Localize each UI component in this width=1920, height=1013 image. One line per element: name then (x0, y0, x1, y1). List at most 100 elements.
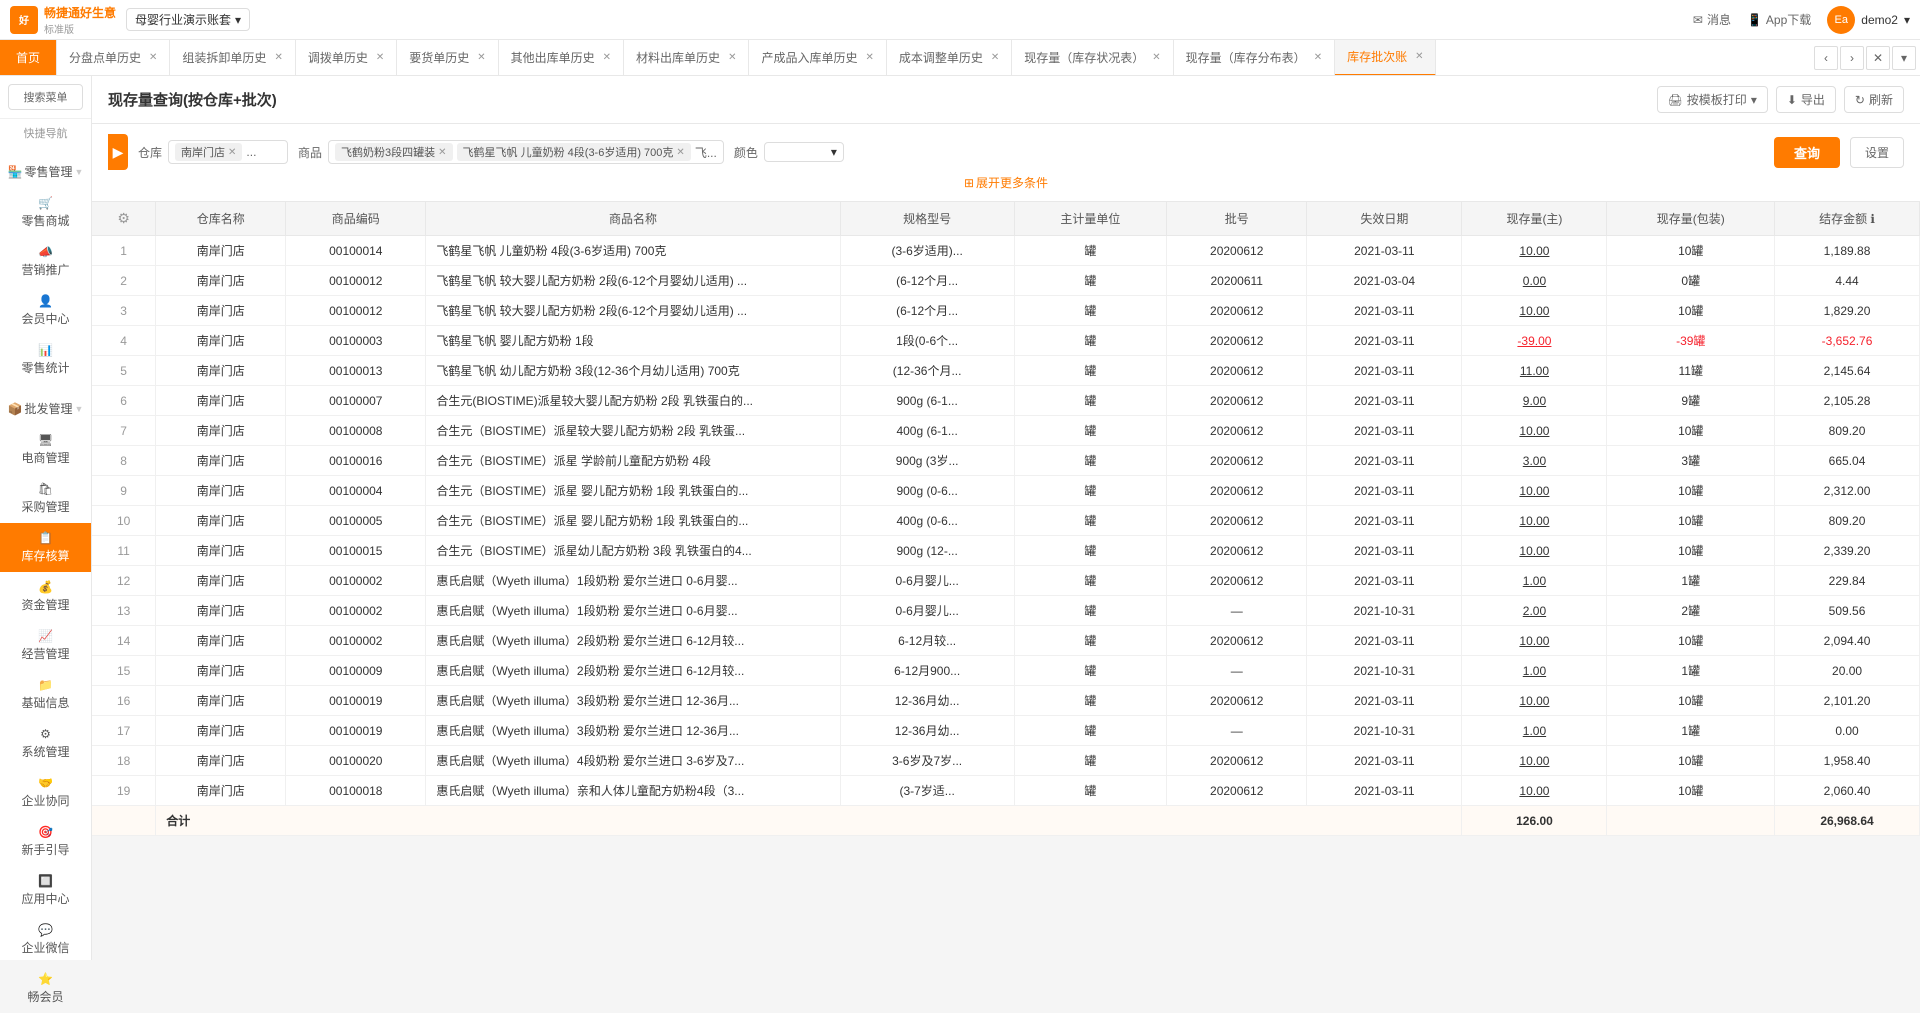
tab-chengben[interactable]: 成本调整单历史 ✕ (887, 40, 1012, 76)
sidebar-item-appstore[interactable]: 🔲 应用中心 (0, 866, 91, 915)
sidebar-item-member[interactable]: 👤 会员中心 (0, 286, 91, 335)
row-num: 4 (92, 326, 156, 356)
cell-qty[interactable]: 10.00 (1462, 506, 1607, 536)
sidebar-item-wechat[interactable]: 💬 企业微信 (0, 915, 91, 964)
cell-qty[interactable]: 10.00 (1462, 776, 1607, 806)
sidebar-item-wholesale[interactable]: 📦 批发管理 ▼ (0, 392, 91, 425)
tab-next-btn[interactable]: › (1840, 46, 1864, 70)
tab-home[interactable]: 首页 (0, 40, 57, 76)
tab-tiaopi[interactable]: 调拨单历史 ✕ (296, 40, 397, 76)
cell-qty[interactable]: 10.00 (1462, 686, 1607, 716)
tab-zuhe[interactable]: 组装拆卸单历史 ✕ (170, 40, 295, 76)
cell-qty[interactable]: 9.00 (1462, 386, 1607, 416)
sidebar-item-system[interactable]: ⚙ 系统管理 (0, 719, 91, 768)
color-tag-container[interactable]: ▾ (764, 142, 844, 162)
cell-qty[interactable]: 1.00 (1462, 656, 1607, 686)
cell-qty[interactable]: 3.00 (1462, 446, 1607, 476)
tab-xianzai2[interactable]: 现存量（库存分布表） ✕ (1174, 40, 1335, 76)
cell-expiry: 2021-03-11 (1307, 446, 1462, 476)
tab-chanpin[interactable]: 产成品入库单历史 ✕ (749, 40, 886, 76)
account-dropdown[interactable]: 母婴行业演示账套 ▾ (126, 8, 250, 31)
sidebar-item-inventory[interactable]: 📋 库存核算 (0, 523, 91, 572)
tab-qitachu[interactable]: 其他出库单历史 ✕ (499, 40, 624, 76)
cell-qty[interactable]: 1.00 (1462, 716, 1607, 746)
cell-qty[interactable]: 11.00 (1462, 356, 1607, 386)
close-icon[interactable]: ✕ (603, 52, 611, 63)
cell-qty[interactable]: 10.00 (1462, 416, 1607, 446)
cell-batch: 20200612 (1167, 566, 1307, 596)
sidebar-item-enterprise[interactable]: 🤝 企业协同 (0, 768, 91, 817)
toggle-filter-btn[interactable]: ▶ (108, 134, 128, 170)
page-title: 现存量查询(按仓库+批次) (108, 89, 277, 110)
sidebar-item-finance[interactable]: 💰 资金管理 (0, 572, 91, 621)
close-icon[interactable]: ✕ (477, 52, 485, 63)
sidebar-item-retail[interactable]: 🏪 零售管理 ▼ (0, 155, 91, 188)
tab-cailiao[interactable]: 材料出库单历史 ✕ (624, 40, 749, 76)
close-icon[interactable]: ✕ (728, 52, 736, 63)
sidebar-item-guide[interactable]: 🎯 新手引导 (0, 817, 91, 866)
message-btn[interactable]: ✉ 消息 (1693, 11, 1731, 28)
close-icon[interactable]: ✕ (274, 52, 282, 63)
tag-close-icon[interactable]: ✕ (438, 147, 446, 158)
cell-unit: 罐 (1014, 416, 1167, 446)
tab-xianzai3[interactable]: 库存批次账 ✕ (1335, 40, 1436, 76)
tab-close-all-btn[interactable]: ✕ (1866, 46, 1890, 70)
cell-batch: 20200612 (1167, 776, 1307, 806)
print-btn[interactable]: 🖨 按模板打印 ▾ (1657, 86, 1768, 113)
cell-code: 00100012 (286, 296, 426, 326)
user-area[interactable]: Ea demo2 ▾ (1827, 6, 1910, 34)
close-icon[interactable]: ✕ (1314, 52, 1322, 63)
cell-qty[interactable]: 2.00 (1462, 596, 1607, 626)
cell-qty[interactable]: 10.00 (1462, 746, 1607, 776)
cell-qty[interactable]: 10.00 (1462, 296, 1607, 326)
cell-amount: 1,829.20 (1775, 296, 1920, 326)
tab-xianzai1[interactable]: 现存量（库存状况表） ✕ (1012, 40, 1173, 76)
close-icon[interactable]: ✕ (865, 52, 873, 63)
query-btn[interactable]: 查询 (1774, 137, 1840, 168)
cell-batch: 20200612 (1167, 236, 1307, 266)
cell-batch: 20200612 (1167, 686, 1307, 716)
search-menu-btn[interactable]: 搜索菜单 (8, 84, 83, 110)
tab-menu-btn[interactable]: ▾ (1892, 46, 1916, 70)
sidebar-item-welfare[interactable]: ⭐ 畅会员 (0, 964, 91, 1013)
tab-fenbin[interactable]: 分盘点单历史 ✕ (57, 40, 170, 76)
cell-qty[interactable]: -39.00 (1462, 326, 1607, 356)
cell-unit: 罐 (1014, 506, 1167, 536)
sidebar-item-purchase[interactable]: 🛍 采购管理 (0, 474, 91, 523)
tab-yaohuo[interactable]: 要货单历史 ✕ (397, 40, 498, 76)
row-num: 1 (92, 236, 156, 266)
filter-ellipsis[interactable]: ... (246, 145, 256, 159)
export-btn[interactable]: ⬇ 导出 (1776, 86, 1836, 113)
tag-close-icon[interactable]: ✕ (228, 147, 236, 158)
sidebar-item-shop[interactable]: 🛒 零售商城 (0, 188, 91, 237)
sidebar-item-stats[interactable]: 📊 零售统计 (0, 335, 91, 384)
cell-qty[interactable]: 10.00 (1462, 476, 1607, 506)
cell-qty[interactable]: 10.00 (1462, 626, 1607, 656)
product-tag-container[interactable]: 飞鹤奶粉3段四罐装 ✕ 飞鹤星飞帆 儿童奶粉 4段(3-6岁适用) 700克 ✕… (328, 140, 724, 164)
settings-icon[interactable]: ⚙ (117, 210, 130, 226)
tag-close-icon[interactable]: ✕ (676, 147, 684, 158)
sidebar-item-ecommerce[interactable]: 🖥 电商管理 (0, 425, 91, 474)
close-icon[interactable]: ✕ (1415, 51, 1423, 62)
app-download-btn[interactable]: 📱 App下载 (1747, 11, 1811, 28)
cell-qty-pkg: 10罐 (1607, 236, 1775, 266)
warehouse-tag-container[interactable]: 南岸门店 ✕ ... (168, 140, 288, 164)
expand-filter-btn[interactable]: ⊞ 展开更多条件 (108, 174, 1904, 191)
sidebar-item-operations[interactable]: 📈 经营管理 (0, 621, 91, 670)
close-icon[interactable]: ✕ (149, 52, 157, 63)
cell-qty[interactable]: 1.00 (1462, 566, 1607, 596)
close-icon[interactable]: ✕ (991, 52, 999, 63)
setting-btn[interactable]: 设置 (1850, 137, 1904, 168)
close-icon[interactable]: ✕ (1152, 52, 1160, 63)
sidebar-item-basic[interactable]: 📁 基础信息 (0, 670, 91, 719)
refresh-btn[interactable]: ↻ 刷新 (1844, 86, 1904, 113)
close-icon[interactable]: ✕ (376, 52, 384, 63)
cell-qty[interactable]: 0.00 (1462, 266, 1607, 296)
filter-ellipsis[interactable]: 飞... (695, 144, 717, 161)
tab-prev-btn[interactable]: ‹ (1814, 46, 1838, 70)
cell-qty[interactable]: 10.00 (1462, 536, 1607, 566)
cell-qty[interactable]: 10.00 (1462, 236, 1607, 266)
table-row: 13 南岸门店 00100002 惠氏启赋（Wyeth illuma）1段奶粉 … (92, 596, 1920, 626)
sidebar-item-marketing[interactable]: 📣 营销推广 (0, 237, 91, 286)
cell-unit: 罐 (1014, 236, 1167, 266)
